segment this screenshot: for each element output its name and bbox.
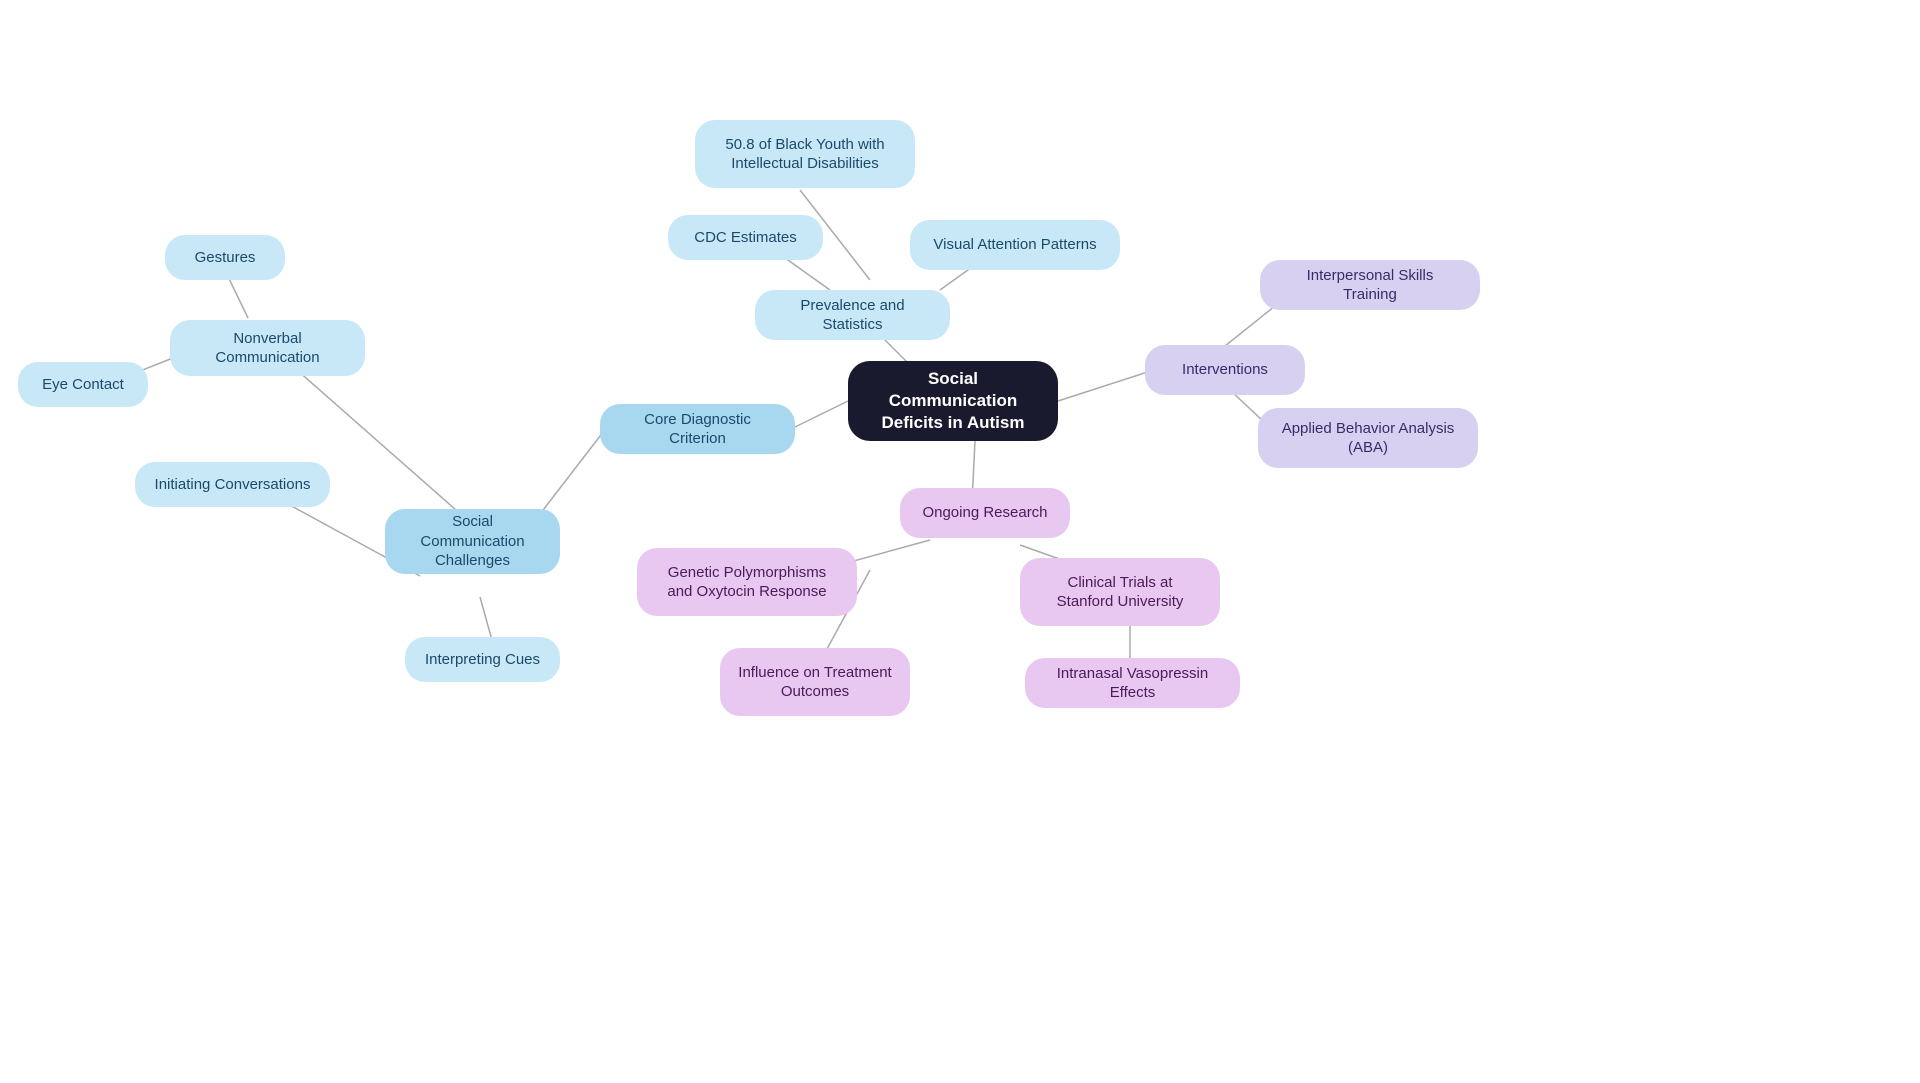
ongoing-research-node[interactable]: Ongoing Research: [900, 488, 1070, 538]
social-comm-node[interactable]: Social Communication Challenges: [385, 509, 560, 574]
intranasal-node[interactable]: Intranasal Vasopressin Effects: [1025, 658, 1240, 708]
core-diagnostic-node[interactable]: Core Diagnostic Criterion: [600, 404, 795, 454]
interventions-node[interactable]: Interventions: [1145, 345, 1305, 395]
black-youth-node[interactable]: 50.8 of Black Youth with Intellectual Di…: [695, 120, 915, 188]
eye-contact-node[interactable]: Eye Contact: [18, 362, 148, 407]
cdc-estimates-node[interactable]: CDC Estimates: [668, 215, 823, 260]
visual-attention-node[interactable]: Visual Attention Patterns: [910, 220, 1120, 270]
initiating-node[interactable]: Initiating Conversations: [135, 462, 330, 507]
gestures-node[interactable]: Gestures: [165, 235, 285, 280]
aba-node[interactable]: Applied Behavior Analysis (ABA): [1258, 408, 1478, 468]
genetic-node[interactable]: Genetic Polymorphisms and Oxytocin Respo…: [637, 548, 857, 616]
interpreting-cues-node[interactable]: Interpreting Cues: [405, 637, 560, 682]
clinical-trials-node[interactable]: Clinical Trials at Stanford University: [1020, 558, 1220, 626]
interpersonal-node[interactable]: Interpersonal Skills Training: [1260, 260, 1480, 310]
nonverbal-node[interactable]: Nonverbal Communication: [170, 320, 365, 376]
prevalence-node[interactable]: Prevalence and Statistics: [755, 290, 950, 340]
influence-node[interactable]: Influence on Treatment Outcomes: [720, 648, 910, 716]
center-node[interactable]: Social Communication Deficits in Autism: [848, 361, 1058, 441]
